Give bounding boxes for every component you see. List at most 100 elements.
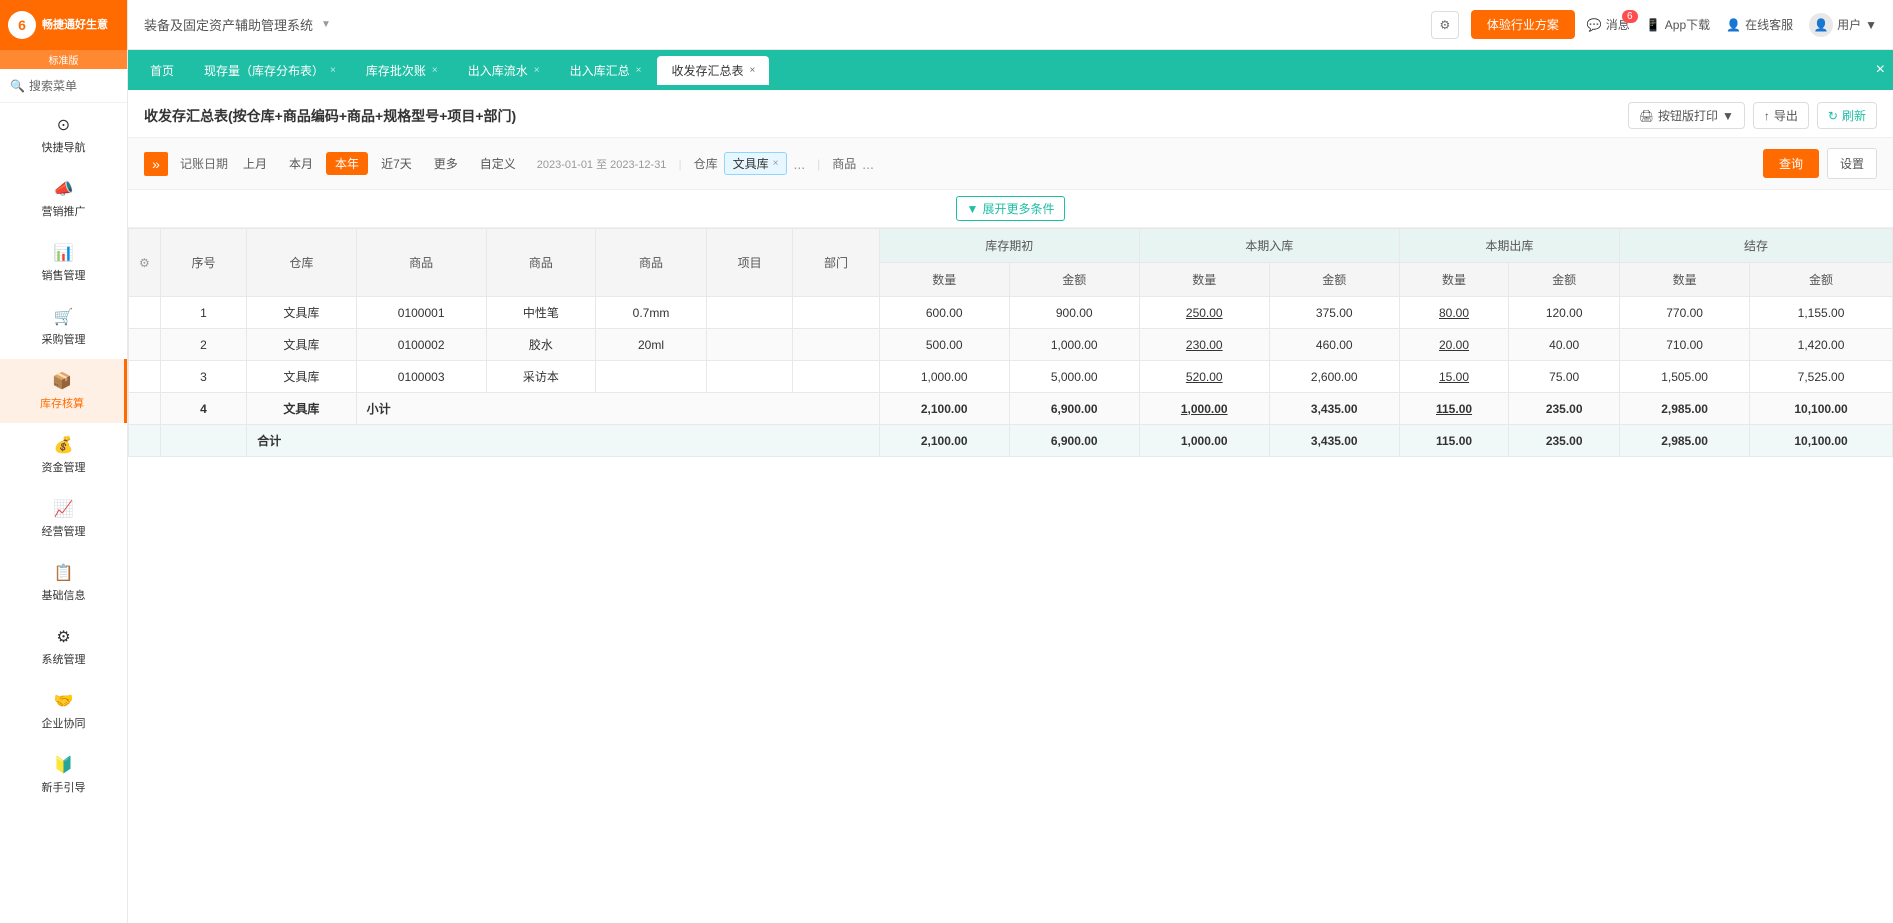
col-project: 项目 bbox=[706, 229, 792, 297]
date-filter-options: 上月 本月 本年 近7天 更多 自定义 bbox=[234, 152, 525, 175]
product-more-icon[interactable]: ... bbox=[862, 156, 874, 172]
service-label: 在线客服 bbox=[1745, 16, 1793, 33]
date-btn-7days[interactable]: 近7天 bbox=[372, 152, 421, 175]
warehouse-tag-close[interactable]: × bbox=[773, 158, 779, 169]
tab-batch-close[interactable]: × bbox=[432, 65, 438, 76]
filter-divider-1: | bbox=[678, 157, 681, 171]
subtotal-no: 4 bbox=[160, 393, 246, 425]
row-warehouse: 文具库 bbox=[247, 297, 356, 329]
tab-inventory-dist-close[interactable]: × bbox=[330, 65, 336, 76]
subtotal-out-qty[interactable]: 115.00 bbox=[1399, 393, 1509, 425]
row-project bbox=[706, 297, 792, 329]
inventory-icon: 📦 bbox=[52, 371, 72, 391]
sidebar-search[interactable]: 🔍 搜索菜单 bbox=[0, 69, 127, 103]
row-in-amt: 460.00 bbox=[1269, 329, 1399, 361]
row-in-amt: 2,600.00 bbox=[1269, 361, 1399, 393]
filter-toggle-button[interactable]: » bbox=[144, 152, 168, 176]
row-in-qty[interactable]: 230.00 bbox=[1139, 329, 1269, 361]
sidebar-item-finance[interactable]: 💰 资金管理 bbox=[0, 423, 127, 487]
sidebar-edition: 标准版 bbox=[0, 50, 127, 69]
message-action[interactable]: 💬 消息 6 bbox=[1587, 16, 1630, 33]
row-opening-amt: 5,000.00 bbox=[1009, 361, 1139, 393]
sidebar-item-basic[interactable]: 📋 基础信息 bbox=[0, 551, 127, 615]
sidebar-item-enterprise[interactable]: 🤝 企业协同 bbox=[0, 679, 127, 743]
main-content: 装备及固定资产辅助管理系统 ▼ ⚙ 体验行业方案 💬 消息 6 📱 App下载 … bbox=[128, 0, 1893, 923]
sidebar-item-operation[interactable]: 📈 经营管理 bbox=[0, 487, 127, 551]
print-button[interactable]: 🖨 按钮版打印 ▼ bbox=[1628, 102, 1745, 129]
date-btn-custom[interactable]: 自定义 bbox=[471, 152, 525, 175]
date-btn-more[interactable]: 更多 bbox=[425, 152, 467, 175]
set-button[interactable]: 设置 bbox=[1827, 148, 1877, 179]
tab-inventory-dist[interactable]: 现存量（库存分布表） × bbox=[190, 56, 350, 85]
tab-inout-flow[interactable]: 出入库流水 × bbox=[454, 56, 554, 85]
col-closing-header: 结存 bbox=[1620, 229, 1893, 263]
user-action[interactable]: 👤 用户 ▼ bbox=[1809, 13, 1877, 37]
row-out-qty[interactable]: 20.00 bbox=[1399, 329, 1509, 361]
sidebar-item-inventory[interactable]: 📦 库存核算 bbox=[0, 359, 127, 423]
total-opening-qty: 2,100.00 bbox=[879, 425, 1009, 457]
online-service-action[interactable]: 👤 在线客服 bbox=[1726, 16, 1793, 33]
row-code: 0100003 bbox=[356, 361, 486, 393]
tab-inout-summary-close[interactable]: × bbox=[636, 65, 642, 76]
sidebar-item-guide[interactable]: 🔰 新手引导 bbox=[0, 743, 127, 807]
system-icon: ⚙ bbox=[56, 627, 70, 647]
filter-right-actions: 查询 设置 bbox=[1763, 148, 1877, 179]
tab-inout-summary-label: 出入库汇总 bbox=[570, 62, 630, 79]
row-closing-qty: 770.00 bbox=[1620, 297, 1750, 329]
export-icon: ↑ bbox=[1764, 109, 1770, 123]
quick-nav-icon: ⊙ bbox=[57, 115, 70, 135]
tab-bar-close-all[interactable]: × bbox=[1876, 61, 1885, 79]
col-closing-qty: 数量 bbox=[1620, 263, 1750, 297]
tab-batch[interactable]: 库存批次账 × bbox=[352, 56, 452, 85]
expand-more-btn[interactable]: ▼ 展开更多条件 bbox=[956, 196, 1066, 221]
expand-row: ▼ 展开更多条件 bbox=[128, 190, 1893, 228]
row-out-qty[interactable]: 15.00 bbox=[1399, 361, 1509, 393]
filter-bar: » 记账日期 上月 本月 本年 近7天 更多 自定义 2023-01-01 至 … bbox=[128, 138, 1893, 190]
user-avatar: 👤 bbox=[1809, 13, 1833, 37]
product-filter-group: 商品 ... bbox=[832, 155, 874, 172]
subtotal-out-amt: 235.00 bbox=[1509, 393, 1620, 425]
date-range-display: 2023-01-01 至 2023-12-31 bbox=[537, 156, 667, 172]
sidebar-item-marketing[interactable]: 📣 营销推广 bbox=[0, 167, 127, 231]
tab-receipt-summary-close[interactable]: × bbox=[749, 65, 755, 76]
row-name: 胶水 bbox=[486, 329, 595, 361]
subtotal-closing-qty: 2,985.00 bbox=[1620, 393, 1750, 425]
sidebar-item-quick-nav[interactable]: ⊙ 快捷导航 bbox=[0, 103, 127, 167]
tab-inout-summary[interactable]: 出入库汇总 × bbox=[556, 56, 656, 85]
sidebar-item-label: 系统管理 bbox=[42, 651, 86, 667]
row-opening-qty: 500.00 bbox=[879, 329, 1009, 361]
sidebar-logo: 6 畅捷通好生意 bbox=[0, 0, 127, 50]
tab-home[interactable]: 首页 bbox=[136, 56, 188, 85]
export-button[interactable]: ↑ 导出 bbox=[1753, 102, 1809, 129]
sidebar-item-purchase[interactable]: 🛒 采购管理 bbox=[0, 295, 127, 359]
tab-inout-flow-close[interactable]: × bbox=[534, 65, 540, 76]
table-row: 3 文具库 0100003 采访本 1,000.00 5,000.00 520.… bbox=[129, 361, 1893, 393]
date-btn-last-month[interactable]: 上月 bbox=[234, 152, 276, 175]
row-in-qty[interactable]: 520.00 bbox=[1139, 361, 1269, 393]
row-closing-qty: 1,505.00 bbox=[1620, 361, 1750, 393]
refresh-button[interactable]: ↻ 刷新 bbox=[1817, 102, 1877, 129]
tab-receipt-summary[interactable]: 收发存汇总表 × bbox=[657, 56, 769, 85]
row-in-qty[interactable]: 250.00 bbox=[1139, 297, 1269, 329]
total-in-amt: 3,435.00 bbox=[1269, 425, 1399, 457]
trial-button[interactable]: 体验行业方案 bbox=[1471, 10, 1575, 39]
row-name: 采访本 bbox=[486, 361, 595, 393]
settings-button[interactable]: ⚙ bbox=[1431, 11, 1459, 39]
sidebar-item-sales[interactable]: 📊 销售管理 bbox=[0, 231, 127, 295]
sidebar-item-label: 库存核算 bbox=[40, 395, 84, 411]
date-btn-this-month[interactable]: 本月 bbox=[280, 152, 322, 175]
table-settings-col[interactable]: ⚙ bbox=[129, 229, 161, 297]
system-dropdown-icon[interactable]: ▼ bbox=[321, 19, 331, 30]
sidebar-item-system[interactable]: ⚙ 系统管理 bbox=[0, 615, 127, 679]
query-button[interactable]: 查询 bbox=[1763, 149, 1819, 178]
row-out-qty[interactable]: 80.00 bbox=[1399, 297, 1509, 329]
row-code: 0100001 bbox=[356, 297, 486, 329]
subtotal-in-qty[interactable]: 1,000.00 bbox=[1139, 393, 1269, 425]
tab-receipt-summary-label: 收发存汇总表 bbox=[671, 62, 743, 79]
sidebar-item-label: 经营管理 bbox=[42, 523, 86, 539]
user-label: 用户 bbox=[1837, 16, 1861, 33]
sidebar-item-label: 资金管理 bbox=[42, 459, 86, 475]
date-btn-this-year[interactable]: 本年 bbox=[326, 152, 368, 175]
warehouse-more-icon[interactable]: ... bbox=[793, 156, 805, 172]
app-download-action[interactable]: 📱 App下载 bbox=[1646, 16, 1710, 33]
